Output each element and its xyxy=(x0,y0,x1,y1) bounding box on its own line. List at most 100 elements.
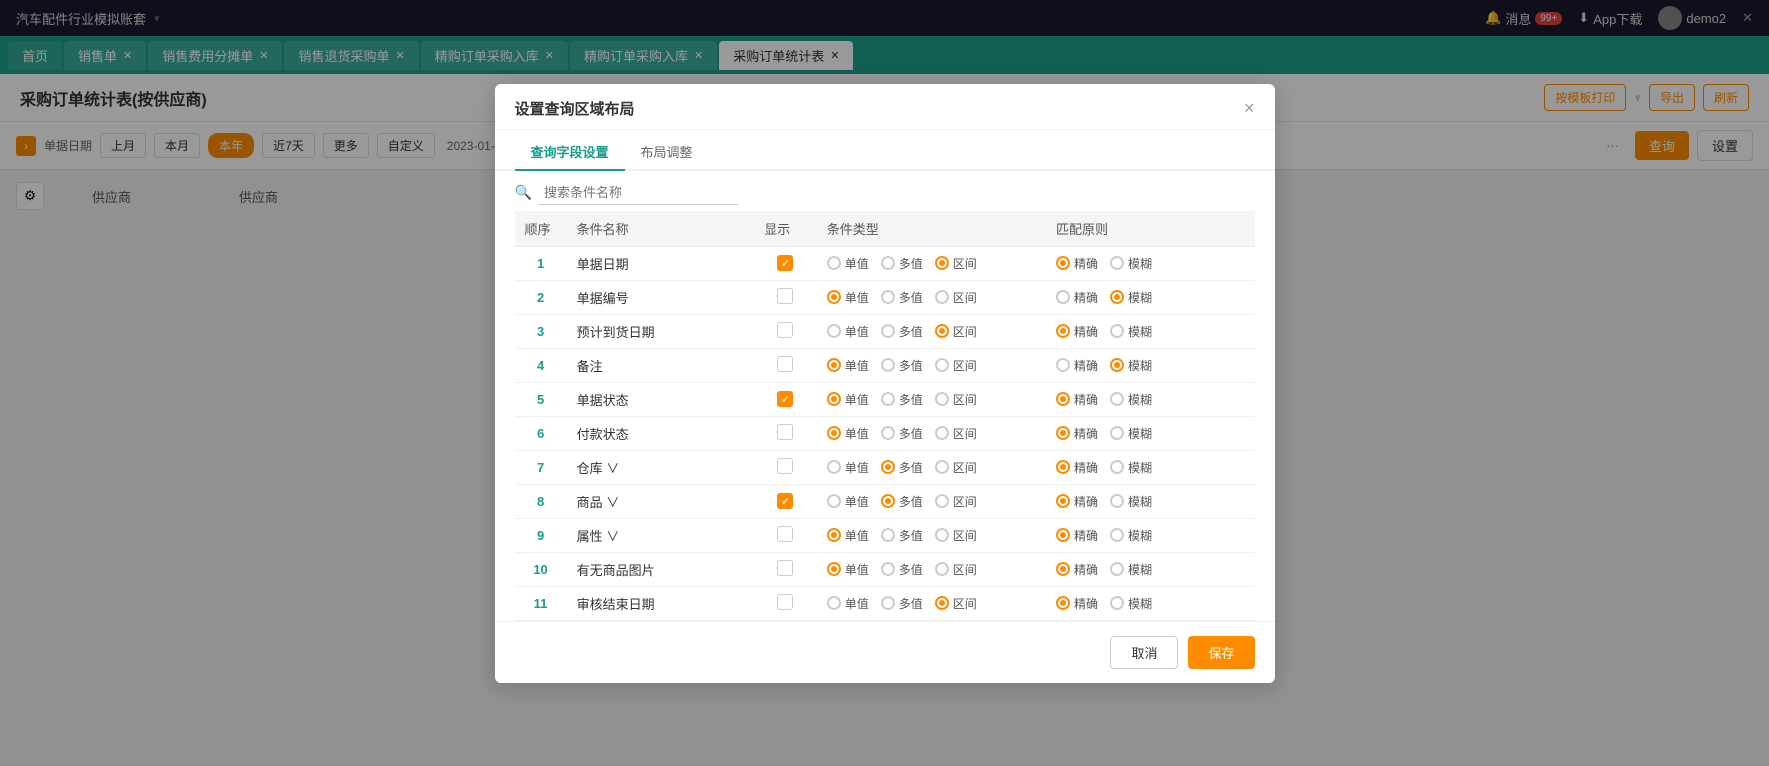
cell-match: 精确模糊 xyxy=(1046,450,1254,484)
radio-type-range[interactable]: 区间 xyxy=(935,391,977,408)
radio-type-single[interactable]: 单值 xyxy=(827,391,869,408)
radio-match-fuzzy[interactable]: 模糊 xyxy=(1110,425,1152,442)
checkbox-unchecked[interactable] xyxy=(777,288,793,304)
radio-dot-multi xyxy=(881,290,895,304)
radio-match-exact[interactable]: 精确 xyxy=(1056,425,1098,442)
radio-label-multi: 多值 xyxy=(899,527,923,544)
cancel-button[interactable]: 取消 xyxy=(1110,636,1178,669)
cell-show[interactable] xyxy=(754,552,817,586)
modal-tab-query-fields[interactable]: 查询字段设置 xyxy=(515,134,625,171)
radio-type-multi[interactable]: 多值 xyxy=(881,527,923,544)
radio-match-exact[interactable]: 精确 xyxy=(1056,527,1098,544)
radio-match-fuzzy[interactable]: 模糊 xyxy=(1110,391,1152,408)
checkbox-unchecked[interactable] xyxy=(777,356,793,372)
cell-show[interactable]: ✓ xyxy=(754,484,817,518)
radio-match-exact[interactable]: 精确 xyxy=(1056,391,1098,408)
radio-type-multi[interactable]: 多值 xyxy=(881,493,923,510)
radio-type-multi[interactable]: 多值 xyxy=(881,391,923,408)
cell-name: 单据状态 xyxy=(567,382,755,416)
radio-type-multi[interactable]: 多值 xyxy=(881,357,923,374)
radio-dot-single xyxy=(827,324,841,338)
radio-match-fuzzy[interactable]: 模糊 xyxy=(1110,289,1152,306)
type-radio-group: 单值多值区间 xyxy=(827,595,1036,612)
modal-header: 设置查询区域布局 × xyxy=(495,84,1275,130)
radio-type-single[interactable]: 单值 xyxy=(827,425,869,442)
checkbox-checked[interactable]: ✓ xyxy=(777,255,793,271)
table-row: 5单据状态✓单值多值区间精确模糊 xyxy=(515,382,1255,416)
radio-type-range[interactable]: 区间 xyxy=(935,527,977,544)
radio-match-fuzzy[interactable]: 模糊 xyxy=(1110,323,1152,340)
radio-type-single[interactable]: 单值 xyxy=(827,493,869,510)
checkbox-checked[interactable]: ✓ xyxy=(777,493,793,509)
radio-match-fuzzy[interactable]: 模糊 xyxy=(1110,255,1152,272)
radio-type-multi[interactable]: 多值 xyxy=(881,595,923,612)
radio-type-range[interactable]: 区间 xyxy=(935,255,977,272)
radio-type-multi[interactable]: 多值 xyxy=(881,459,923,476)
radio-match-exact[interactable]: 精确 xyxy=(1056,595,1098,612)
checkbox-checked[interactable]: ✓ xyxy=(777,391,793,407)
cell-show[interactable] xyxy=(754,348,817,382)
radio-type-single[interactable]: 单值 xyxy=(827,357,869,374)
cell-name: 预计到货日期 xyxy=(567,314,755,348)
radio-type-single[interactable]: 单值 xyxy=(827,527,869,544)
radio-match-fuzzy[interactable]: 模糊 xyxy=(1110,459,1152,476)
radio-type-range[interactable]: 区间 xyxy=(935,493,977,510)
radio-match-exact[interactable]: 精确 xyxy=(1056,289,1098,306)
radio-match-fuzzy[interactable]: 模糊 xyxy=(1110,595,1152,612)
radio-match-fuzzy[interactable]: 模糊 xyxy=(1110,357,1152,374)
modal-overlay[interactable]: 设置查询区域布局 × 查询字段设置 布局调整 🔍 顺序 条件名称 xyxy=(0,0,1769,766)
radio-type-range[interactable]: 区间 xyxy=(935,561,977,578)
radio-type-range[interactable]: 区间 xyxy=(935,323,977,340)
radio-type-range[interactable]: 区间 xyxy=(935,289,977,306)
checkbox-unchecked[interactable] xyxy=(777,594,793,610)
radio-type-multi[interactable]: 多值 xyxy=(881,255,923,272)
cell-show[interactable]: ✓ xyxy=(754,382,817,416)
checkbox-unchecked[interactable] xyxy=(777,526,793,542)
cell-show[interactable] xyxy=(754,586,817,620)
radio-type-range[interactable]: 区间 xyxy=(935,357,977,374)
cell-show[interactable] xyxy=(754,314,817,348)
checkbox-unchecked[interactable] xyxy=(777,458,793,474)
radio-type-multi[interactable]: 多值 xyxy=(881,289,923,306)
modal-close-btn[interactable]: × xyxy=(1244,98,1255,119)
radio-type-multi[interactable]: 多值 xyxy=(881,425,923,442)
radio-type-range[interactable]: 区间 xyxy=(935,425,977,442)
radio-type-single[interactable]: 单值 xyxy=(827,561,869,578)
radio-label-single: 单值 xyxy=(845,357,869,374)
radio-match-exact[interactable]: 精确 xyxy=(1056,459,1098,476)
save-button[interactable]: 保存 xyxy=(1188,636,1254,669)
type-radio-group: 单值多值区间 xyxy=(827,289,1036,306)
radio-type-multi[interactable]: 多值 xyxy=(881,561,923,578)
modal-tab-layout-adjust[interactable]: 布局调整 xyxy=(625,134,709,171)
radio-type-range[interactable]: 区间 xyxy=(935,459,977,476)
cell-show[interactable] xyxy=(754,416,817,450)
radio-type-single[interactable]: 单值 xyxy=(827,323,869,340)
radio-match-fuzzy[interactable]: 模糊 xyxy=(1110,527,1152,544)
radio-match-exact[interactable]: 精确 xyxy=(1056,255,1098,272)
checkbox-unchecked[interactable] xyxy=(777,424,793,440)
radio-match-fuzzy[interactable]: 模糊 xyxy=(1110,493,1152,510)
radio-type-single[interactable]: 单值 xyxy=(827,595,869,612)
checkbox-unchecked[interactable] xyxy=(777,322,793,338)
radio-match-exact[interactable]: 精确 xyxy=(1056,357,1098,374)
cell-show[interactable]: ✓ xyxy=(754,246,817,280)
cell-show[interactable] xyxy=(754,280,817,314)
radio-type-single[interactable]: 单值 xyxy=(827,255,869,272)
radio-type-single[interactable]: 单值 xyxy=(827,289,869,306)
radio-match-exact[interactable]: 精确 xyxy=(1056,323,1098,340)
radio-type-range[interactable]: 区间 xyxy=(935,595,977,612)
radio-match-exact[interactable]: 精确 xyxy=(1056,561,1098,578)
modal-search-input[interactable] xyxy=(538,181,738,205)
radio-type-single[interactable]: 单值 xyxy=(827,459,869,476)
radio-match-exact[interactable]: 精确 xyxy=(1056,493,1098,510)
radio-dot-match-exact xyxy=(1056,528,1070,542)
radio-match-fuzzy[interactable]: 模糊 xyxy=(1110,561,1152,578)
radio-type-multi[interactable]: 多值 xyxy=(881,323,923,340)
th-type: 条件类型 xyxy=(817,211,1046,247)
cell-show[interactable] xyxy=(754,450,817,484)
cell-show[interactable] xyxy=(754,518,817,552)
radio-dot-match-fuzzy xyxy=(1110,290,1124,304)
match-radio-group: 精确模糊 xyxy=(1056,527,1244,544)
checkbox-unchecked[interactable] xyxy=(777,560,793,576)
radio-dot-range xyxy=(935,392,949,406)
